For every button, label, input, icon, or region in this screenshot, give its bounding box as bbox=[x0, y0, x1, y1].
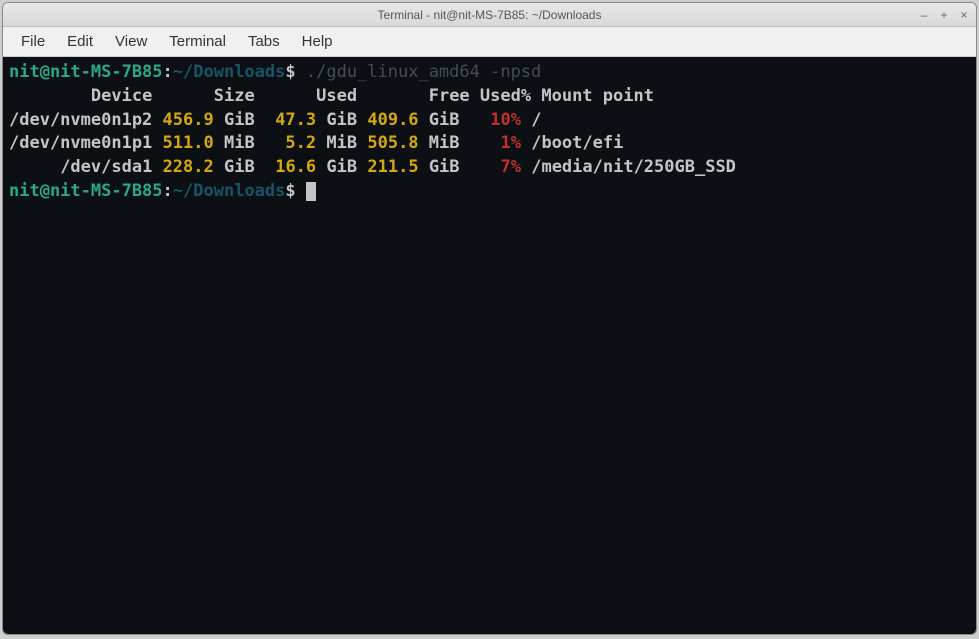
free-unit: GiB bbox=[429, 157, 460, 177]
prompt-line-1: nit@nit-MS-7B85:~/Downloads$ ./gdu_linux… bbox=[9, 61, 970, 85]
size-unit: GiB bbox=[224, 110, 255, 130]
size-num: 511.0 bbox=[163, 133, 214, 153]
prompt-path: ~/Downloads bbox=[173, 62, 286, 82]
prompt-symbol: $ bbox=[285, 62, 295, 82]
header-free: Free bbox=[429, 86, 470, 106]
size-num: 228.2 bbox=[163, 157, 214, 177]
window-title: Terminal - nit@nit-MS-7B85: ~/Downloads bbox=[378, 8, 602, 22]
prompt-symbol: $ bbox=[285, 181, 295, 201]
size-num: 456.9 bbox=[163, 110, 214, 130]
header-used: Used bbox=[316, 86, 357, 106]
header-used-pct: Used% bbox=[480, 86, 531, 106]
prompt-line-2: nit@nit-MS-7B85:~/Downloads$ bbox=[9, 180, 970, 204]
size-unit: MiB bbox=[224, 133, 255, 153]
used-num: 5.2 bbox=[285, 133, 316, 153]
prompt-path: ~/Downloads bbox=[173, 181, 286, 201]
window-controls: – + × bbox=[918, 9, 970, 21]
device-cell: /dev/nvme0n1p2 bbox=[9, 110, 152, 130]
free-num: 409.6 bbox=[367, 110, 418, 130]
used-unit: MiB bbox=[326, 133, 357, 153]
menu-edit[interactable]: Edit bbox=[57, 29, 103, 54]
pct-cell: 10% bbox=[490, 110, 521, 130]
table-row: /dev/nvme0n1p1 511.0 MiB 5.2 MiB 505.8 M… bbox=[9, 132, 970, 156]
cursor-icon bbox=[306, 182, 316, 201]
mount-cell: /media/nit/250GB_SSD bbox=[531, 157, 736, 177]
used-num: 47.3 bbox=[275, 110, 316, 130]
free-num: 211.5 bbox=[367, 157, 418, 177]
free-unit: GiB bbox=[429, 110, 460, 130]
window-titlebar: Terminal - nit@nit-MS-7B85: ~/Downloads … bbox=[3, 3, 976, 27]
header-device: Device bbox=[91, 86, 152, 106]
used-unit: GiB bbox=[326, 157, 357, 177]
table-row: /dev/sda1 228.2 GiB 16.6 GiB 211.5 GiB 7… bbox=[9, 156, 970, 180]
size-unit: GiB bbox=[224, 157, 255, 177]
device-cell: /dev/sda1 bbox=[60, 157, 152, 177]
header-mount: Mount point bbox=[541, 86, 654, 106]
free-num: 505.8 bbox=[367, 133, 418, 153]
prompt-user-host: nit@nit-MS-7B85 bbox=[9, 181, 163, 201]
used-unit: GiB bbox=[326, 110, 357, 130]
used-num: 16.6 bbox=[275, 157, 316, 177]
menu-file[interactable]: File bbox=[11, 29, 55, 54]
mount-cell: /boot/efi bbox=[531, 133, 623, 153]
device-cell: /dev/nvme0n1p1 bbox=[9, 133, 152, 153]
menu-help[interactable]: Help bbox=[292, 29, 343, 54]
header-row: Device Size Used Free Used% Mount point bbox=[9, 85, 970, 109]
maximize-button[interactable]: + bbox=[938, 9, 950, 21]
prompt-colon: : bbox=[163, 62, 173, 82]
header-size: Size bbox=[214, 86, 255, 106]
menubar: File Edit View Terminal Tabs Help bbox=[3, 27, 976, 57]
command-text: ./gdu_linux_amd64 -npsd bbox=[306, 62, 541, 82]
prompt-user-host: nit@nit-MS-7B85 bbox=[9, 62, 163, 82]
menu-terminal[interactable]: Terminal bbox=[159, 29, 236, 54]
prompt-colon: : bbox=[163, 181, 173, 201]
mount-cell: / bbox=[531, 110, 541, 130]
free-unit: MiB bbox=[429, 133, 460, 153]
terminal-window: Terminal - nit@nit-MS-7B85: ~/Downloads … bbox=[2, 2, 977, 635]
pct-cell: 7% bbox=[500, 157, 520, 177]
terminal-content[interactable]: nit@nit-MS-7B85:~/Downloads$ ./gdu_linux… bbox=[3, 57, 976, 634]
close-button[interactable]: × bbox=[958, 9, 970, 21]
table-row: /dev/nvme0n1p2 456.9 GiB 47.3 GiB 409.6 … bbox=[9, 109, 970, 133]
menu-view[interactable]: View bbox=[105, 29, 157, 54]
menu-tabs[interactable]: Tabs bbox=[238, 29, 290, 54]
pct-cell: 1% bbox=[500, 133, 520, 153]
minimize-button[interactable]: – bbox=[918, 9, 930, 21]
